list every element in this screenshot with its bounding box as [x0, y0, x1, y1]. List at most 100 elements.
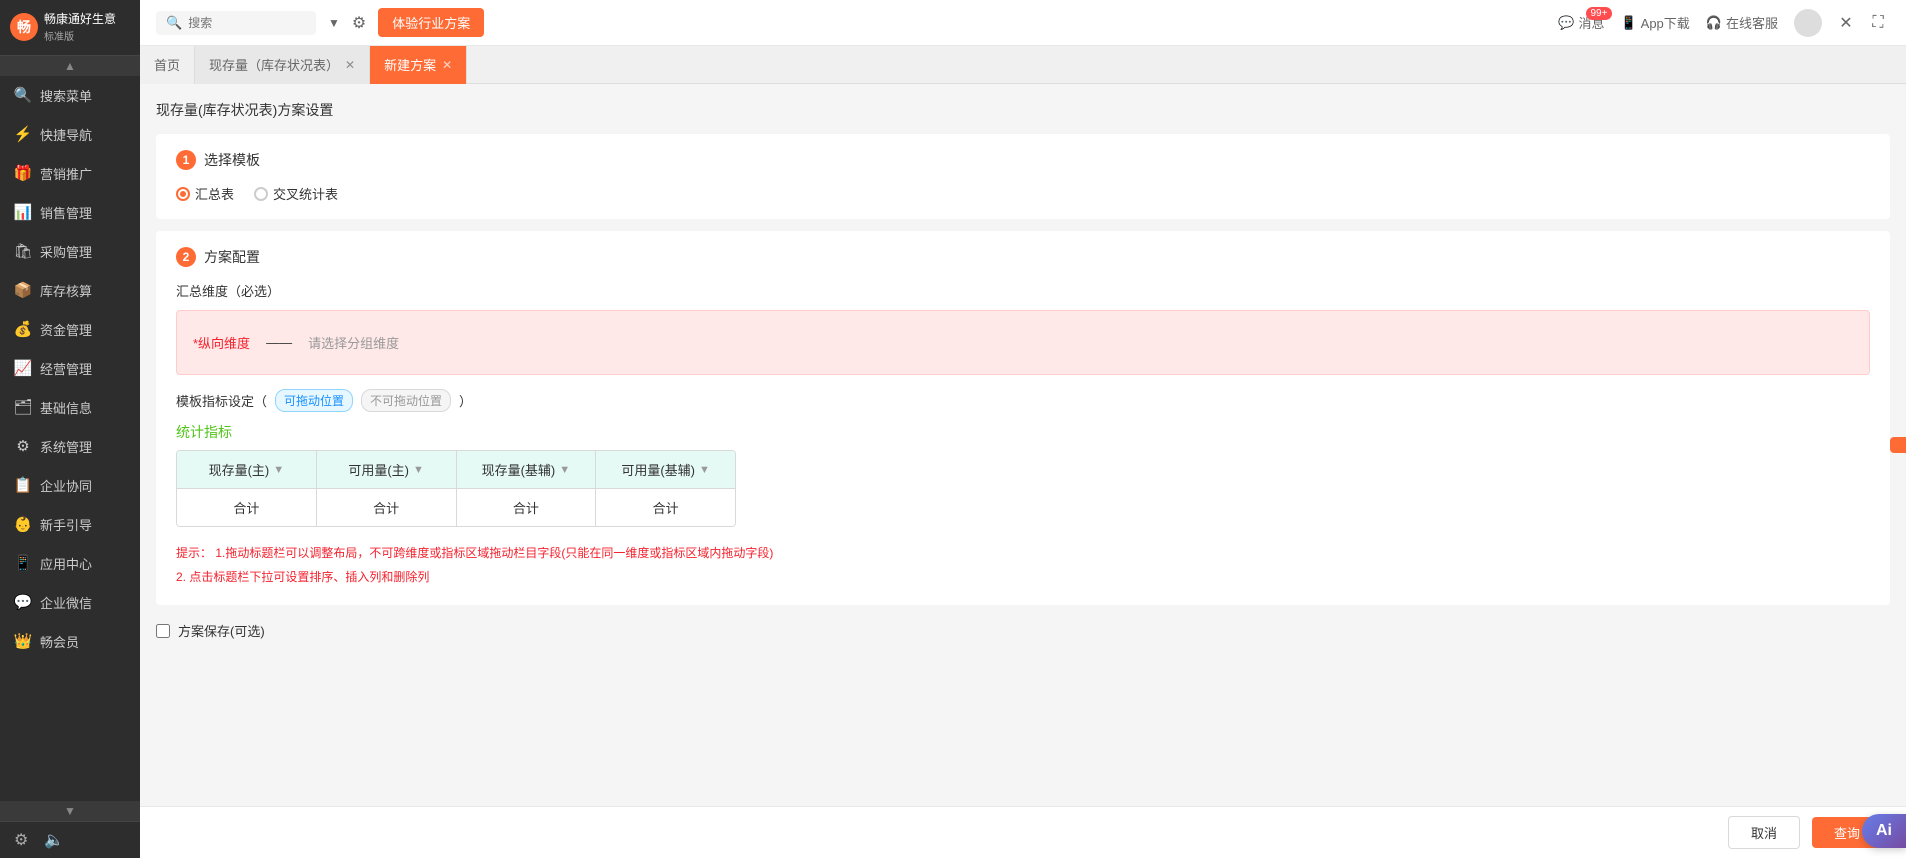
radio-summary-label: 汇总表 [195, 184, 234, 203]
sidebar-item-marketing[interactable]: 🎁 营销推广 [0, 154, 140, 193]
sidebar-item-inventory[interactable]: 📦 库存核算 [0, 271, 140, 310]
member-icon: 👑 [14, 632, 32, 650]
radio-summary[interactable]: 汇总表 [176, 184, 234, 203]
close-panel-icon[interactable]: ✕ [1834, 11, 1858, 35]
sidebar-item-newbie[interactable]: 👶 新手引导 [0, 505, 140, 544]
speaker-icon[interactable]: 🔈 [44, 830, 64, 850]
sidebar-item-appstore[interactable]: 📱 应用中心 [0, 544, 140, 583]
table-body-col1: 合计 [177, 489, 317, 526]
sidebar-item-label: 新手引导 [40, 515, 92, 534]
section1-header: 1 选择模板 [176, 150, 1870, 170]
non-draggable-tag: 不可拖动位置 [361, 389, 451, 412]
draggable-tag: 可拖动位置 [275, 389, 353, 412]
search-bar[interactable]: 🔍 [156, 11, 316, 35]
tab-new-plan-label: 新建方案 [384, 55, 436, 74]
search-icon: 🔍 [166, 15, 182, 31]
online-service-button[interactable]: 🎧 在线客服 [1706, 13, 1778, 32]
tab-inventory-status[interactable]: 现存量（库存状况表） ✕ [195, 46, 370, 84]
message-icon: 💬 [1558, 15, 1574, 31]
tip-1-text: 1.拖动标题栏可以调整布局，不可跨维度或指标区域拖动栏目字段(只能在同一维度或指… [215, 546, 773, 560]
sidebar-logo: 畅 畅康通好生意 标准版 [0, 0, 140, 56]
wechat-icon: 💬 [14, 593, 32, 611]
sales-icon: 📊 [14, 203, 32, 221]
sidebar: 畅 畅康通好生意 标准版 ▲ 🔍 搜索菜单 ⚡ 快捷导航 🎁 营销推广 📊 销售… [0, 0, 140, 858]
sidebar-item-finance[interactable]: 💰 资金管理 [0, 310, 140, 349]
newbie-icon: 👶 [14, 515, 32, 533]
app-name: 畅康通好生意 [44, 12, 116, 28]
col3-chevron-icon[interactable]: ▼ [559, 464, 570, 476]
sidebar-item-label: 经营管理 [40, 359, 92, 378]
sidebar-item-member[interactable]: 👑 畅会员 [0, 622, 140, 661]
table-header-col1[interactable]: 现存量(主) ▼ [177, 451, 317, 488]
sidebar-item-search[interactable]: 🔍 搜索菜单 [0, 76, 140, 115]
tip-label: 提示： [176, 546, 212, 560]
sidebar-item-operations[interactable]: 📈 经营管理 [0, 349, 140, 388]
ai-float-button[interactable]: Ai [1862, 814, 1906, 848]
sidebar-scroll-up[interactable]: ▲ [0, 56, 140, 76]
col2-label: 可用量(主) [348, 460, 409, 479]
table-header-col2[interactable]: 可用量(主) ▼ [317, 451, 457, 488]
message-button[interactable]: 💬 消息 99+ [1558, 13, 1604, 32]
topbar-dropdown-icon[interactable]: ▼ [328, 16, 340, 30]
expand-icon[interactable]: ⛶ [1866, 11, 1890, 35]
tab-inventory-label: 现存量（库存状况表） [209, 55, 339, 74]
section1-num: 1 [176, 150, 196, 170]
col4-chevron-icon[interactable]: ▼ [699, 464, 710, 476]
table-header-row: 现存量(主) ▼ 可用量(主) ▼ 现存量(基辅) ▼ 可用量(基辅) ▼ [177, 451, 735, 489]
tab-new-plan[interactable]: 新建方案 ✕ [370, 46, 467, 84]
table-body-row: 合计 合计 合计 合计 [177, 489, 735, 526]
tip-2-text: 2. 点击标题栏下拉可设置排序、插入列和删除列 [176, 570, 429, 584]
trial-button[interactable]: 体验行业方案 [378, 8, 484, 37]
sidebar-item-wechat[interactable]: 💬 企业微信 [0, 583, 140, 622]
tab-new-plan-close[interactable]: ✕ [442, 58, 452, 72]
sidebar-item-label: 搜索菜单 [40, 86, 92, 105]
cancel-button[interactable]: 取消 [1728, 816, 1800, 849]
user-avatar[interactable] [1794, 9, 1822, 37]
stats-label: 统计指标 [176, 422, 1870, 442]
col2-chevron-icon[interactable]: ▼ [413, 464, 424, 476]
tab-home[interactable]: 首页 [140, 46, 195, 84]
col1-chevron-icon[interactable]: ▼ [273, 464, 284, 476]
sidebar-item-system[interactable]: ⚙ 系统管理 [0, 427, 140, 466]
dim-required-text: *纵向维度 [193, 333, 250, 352]
tip-2: 2. 点击标题栏下拉可设置排序、插入列和删除列 [176, 565, 1870, 589]
tab-inventory-close[interactable]: ✕ [345, 58, 355, 72]
right-panel-toggle[interactable] [1890, 437, 1906, 453]
sidebar-bottom: ⚙ 🔈 [0, 821, 140, 858]
settings-bottom-icon[interactable]: ⚙ [14, 830, 28, 850]
page-title: 现存量(库存状况表)方案设置 [156, 100, 1890, 120]
sidebar-item-label: 系统管理 [40, 437, 92, 456]
col3-label: 现存量(基辅) [482, 460, 556, 479]
save-label: 方案保存(可选) [178, 621, 265, 640]
dimension-box[interactable]: *纵向维度 —— 请选择分组维度 [176, 310, 1870, 375]
app-logo-icon: 畅 [10, 13, 38, 41]
dim-label: 汇总维度（必选） [176, 281, 1870, 300]
search-input[interactable] [188, 16, 298, 30]
table-header-col4[interactable]: 可用量(基辅) ▼ [596, 451, 735, 488]
table-header-col3[interactable]: 现存量(基辅) ▼ [457, 451, 597, 488]
save-option: 方案保存(可选) [156, 621, 1890, 640]
sidebar-item-purchase[interactable]: 🛍 采购管理 [0, 232, 140, 271]
body-col1-value: 合计 [233, 498, 259, 517]
sidebar-item-sales[interactable]: 📊 销售管理 [0, 193, 140, 232]
sidebar-item-basic[interactable]: 🗂 基础信息 [0, 388, 140, 427]
inventory-icon: 📦 [14, 281, 32, 299]
app-download-button[interactable]: 📱 App下载 [1620, 13, 1689, 32]
section2-title: 方案配置 [204, 247, 260, 267]
radio-cross-circle [254, 187, 268, 201]
sidebar-scroll-down[interactable]: ▼ [0, 801, 140, 821]
topbar: 🔍 ▼ ⚙ 体验行业方案 💬 消息 99+ 📱 App下载 🎧 在线客服 ✕ [140, 0, 1906, 46]
save-checkbox[interactable] [156, 624, 170, 638]
body-col4-value: 合计 [653, 498, 679, 517]
appstore-icon: 📱 [14, 554, 32, 572]
sidebar-item-shortcut[interactable]: ⚡ 快捷导航 [0, 115, 140, 154]
tip-1: 提示： 1.拖动标题栏可以调整布局，不可跨维度或指标区域拖动栏目字段(只能在同一… [176, 541, 1870, 565]
sidebar-item-label: 应用中心 [40, 554, 92, 573]
radio-cross[interactable]: 交叉统计表 [254, 184, 338, 203]
sidebar-item-label: 快捷导航 [40, 125, 92, 144]
topbar-gear-icon[interactable]: ⚙ [352, 13, 366, 33]
operations-icon: 📈 [14, 359, 32, 377]
sidebar-item-label: 基础信息 [40, 398, 92, 417]
table-body-col3: 合计 [457, 489, 597, 526]
sidebar-item-contract[interactable]: 📋 企业协同 [0, 466, 140, 505]
